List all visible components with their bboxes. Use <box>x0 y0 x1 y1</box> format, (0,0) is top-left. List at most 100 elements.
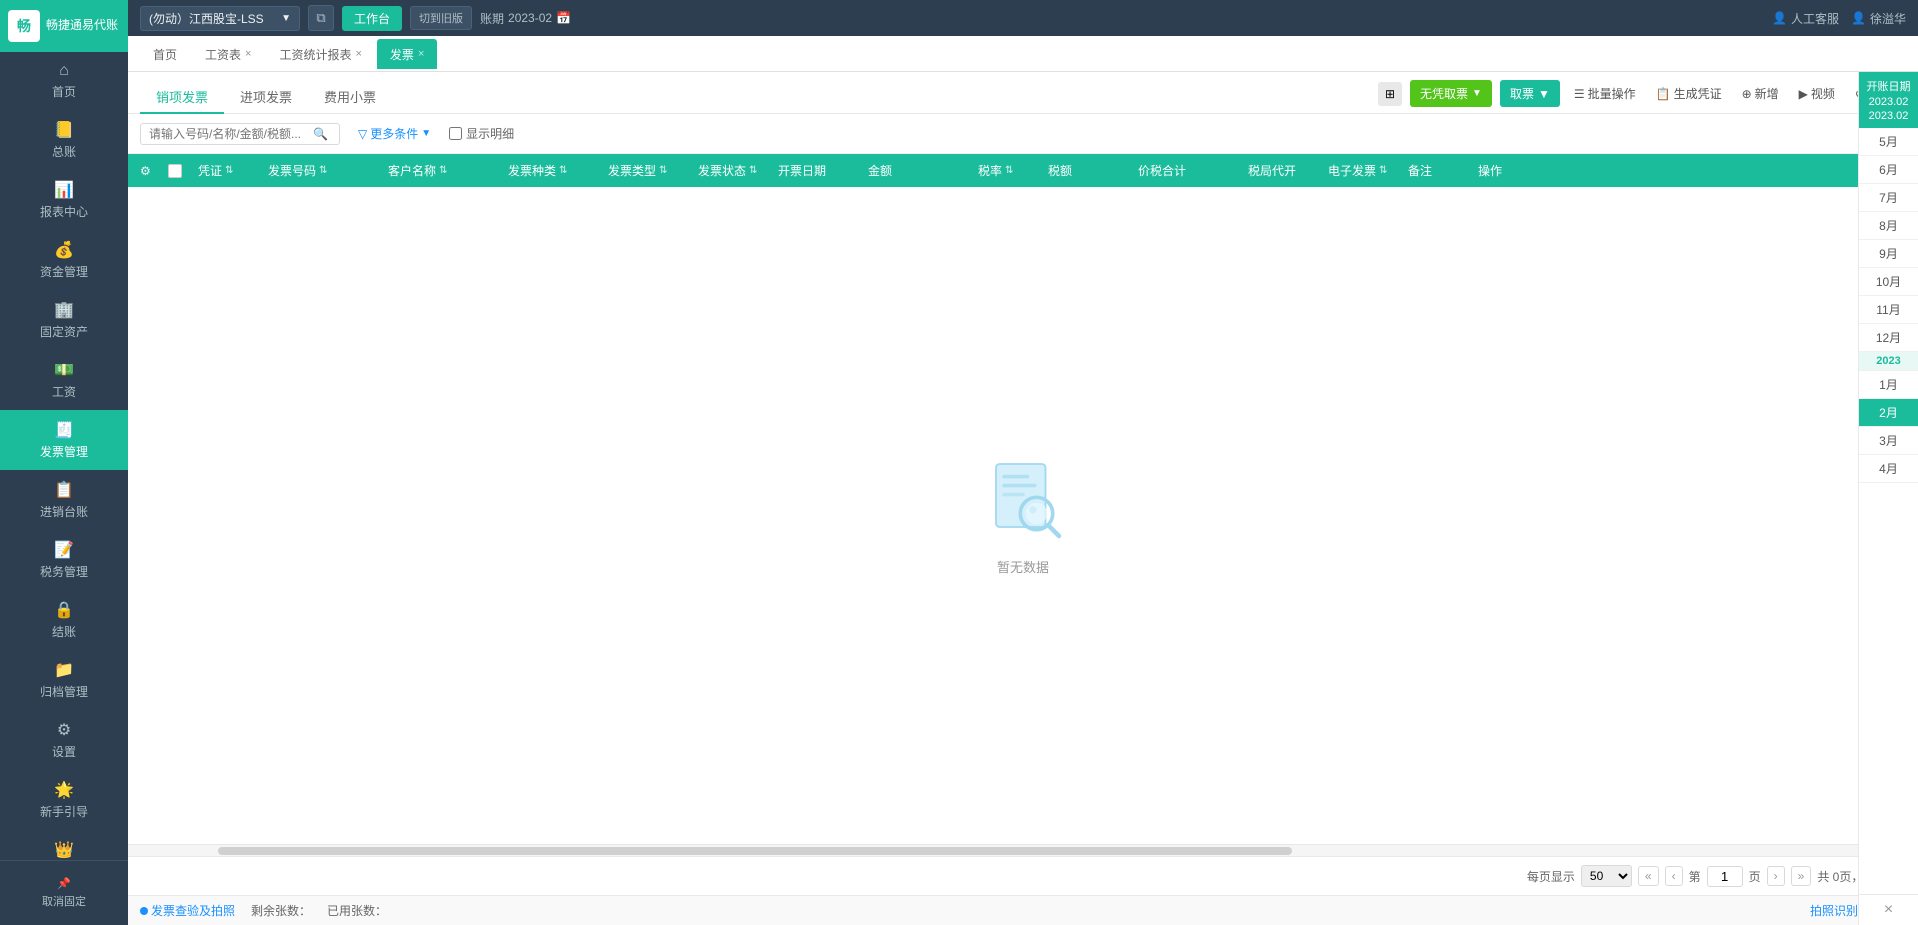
top-header: (勿动）江西股宝-LSS ▼ ⧉ 工作台 切到旧版 账期 2023-02 📅 👤… <box>128 0 1918 36</box>
sidebar-item-reports[interactable]: 📊 报表中心 <box>0 170 128 230</box>
sidebar-item-label: 资金管理 <box>40 263 88 280</box>
sidebar-item-invoices[interactable]: 🧾 发票管理 <box>0 410 128 470</box>
per-page-select[interactable]: 50 10 20 100 <box>1581 865 1632 887</box>
add-btn[interactable]: ⊕ 新增 <box>1736 82 1785 105</box>
batch-op-btn[interactable]: ☰ 批量操作 <box>1568 82 1642 105</box>
page-label: 第 <box>1689 868 1701 885</box>
rp-item-11[interactable]: 11月 <box>1859 296 1918 324</box>
sidebar-item-home[interactable]: ⌂ 首页 <box>0 52 128 110</box>
th-tax: 税额 <box>1048 162 1138 179</box>
rp-item-7[interactable]: 7月 <box>1859 184 1918 212</box>
search-input[interactable] <box>149 127 309 141</box>
tab-payroll-table[interactable]: 工资表 × <box>192 39 264 69</box>
th-invoice-no-sort-icon[interactable]: ⇅ <box>319 165 327 176</box>
video-icon: ▶ <box>1799 87 1808 101</box>
rp-item-8[interactable]: 8月 <box>1859 212 1918 240</box>
tab-payroll-table-label: 工资表 <box>205 46 241 63</box>
sidebar-item-payroll[interactable]: 💵 工资 <box>0 350 128 410</box>
th-status-sort-icon[interactable]: ⇅ <box>749 165 757 176</box>
prev-page-btn[interactable]: ‹ <box>1665 866 1683 886</box>
rp-item-10[interactable]: 10月 <box>1859 268 1918 296</box>
th-cert-sort-icon[interactable]: ⇅ <box>225 165 233 176</box>
ledger-icon: 📒 <box>54 120 74 140</box>
filter-btn[interactable]: ▽ 更多条件 ▼ <box>352 122 437 145</box>
rp-item-1[interactable]: 1月 <box>1859 371 1918 399</box>
rp-item-4[interactable]: 4月 <box>1859 455 1918 483</box>
tab-home[interactable]: 首页 <box>140 39 190 69</box>
gen-voucher-btn[interactable]: 📋 生成凭证 <box>1650 82 1728 105</box>
sidebar-item-label: 进销台账 <box>40 503 88 520</box>
th-customer-sort-icon[interactable]: ⇅ <box>439 165 447 176</box>
scrollbar-thumb[interactable] <box>218 847 1292 855</box>
sidebar-item-close[interactable]: 🔒 结账 <box>0 590 128 650</box>
sub-tab-expense[interactable]: 费用小票 <box>308 81 392 114</box>
sub-tab-sales[interactable]: 销项发票 <box>140 81 224 114</box>
rp-item-12[interactable]: 12月 <box>1859 324 1918 352</box>
sidebar-item-salesledger[interactable]: 📋 进销台账 <box>0 470 128 530</box>
th-invoice-cat-sort-icon[interactable]: ⇅ <box>659 165 667 176</box>
copy-company-btn[interactable]: ⧉ <box>308 5 334 31</box>
th-invoice-type-sort-icon[interactable]: ⇅ <box>559 165 567 176</box>
switch-old-button[interactable]: 切到旧版 <box>410 6 472 30</box>
filter-chevron-icon: ▼ <box>421 128 431 139</box>
sub-tab-purchase[interactable]: 进项发票 <box>224 81 308 114</box>
show-detail-checkbox[interactable]: 显示明细 <box>449 125 514 142</box>
sidebar-item-tax[interactable]: 📝 税务管理 <box>0 530 128 590</box>
header-checkbox[interactable] <box>168 164 182 178</box>
rp-item-9[interactable]: 9月 <box>1859 240 1918 268</box>
sidebar-item-archive[interactable]: 📁 归档管理 <box>0 650 128 710</box>
empty-icon <box>978 455 1068 545</box>
invoice-check-btn[interactable]: 发票查验及拍照 <box>140 902 235 919</box>
rp-item-6[interactable]: 6月 <box>1859 156 1918 184</box>
grid-settings-icon[interactable]: ⊞ <box>1378 82 1402 106</box>
video-btn[interactable]: ▶ 视频 <box>1793 82 1841 105</box>
search-icon[interactable]: 🔍 <box>313 127 328 141</box>
page-input[interactable] <box>1707 866 1743 887</box>
th-total: 价税合计 <box>1138 162 1248 179</box>
empty-text: 暂无数据 <box>997 557 1049 576</box>
user-avatar[interactable]: 👤 徐溢华 <box>1851 10 1906 27</box>
tab-close-invoices[interactable]: × <box>418 48 424 60</box>
sidebar-item-member[interactable]: 👑 畅会员 <box>0 830 128 860</box>
no-voucher-btn[interactable]: 无凭取票 ▼ <box>1410 80 1492 107</box>
th-taxrate-sort-icon[interactable]: ⇅ <box>1005 165 1013 176</box>
rp-item-5[interactable]: 5月 <box>1859 128 1918 156</box>
voucher-btn[interactable]: 取票 ▼ <box>1500 80 1560 107</box>
customer-service-btn[interactable]: 👤 人工客服 <box>1772 10 1839 27</box>
tab-close-payroll-table[interactable]: × <box>245 48 251 60</box>
page-suffix: 页 <box>1749 868 1761 885</box>
tab-payroll-stats[interactable]: 工资统计报表 × <box>266 39 374 69</box>
th-elec-sort-icon[interactable]: ⇅ <box>1379 165 1387 176</box>
add-icon: ⊕ <box>1742 87 1752 101</box>
th-settings[interactable]: ⚙ <box>140 164 168 178</box>
sidebar-item-ledger[interactable]: 📒 总账 <box>0 110 128 170</box>
empty-state: 暂无数据 <box>128 187 1918 844</box>
sidebar-pin-btn[interactable]: 📌 取消固定 <box>4 869 124 917</box>
close-account-icon: 🔒 <box>54 600 74 620</box>
tab-invoices[interactable]: 发票 × <box>377 39 437 69</box>
photo-link[interactable]: 拍照识别 <box>1810 902 1858 919</box>
last-page-btn[interactable]: » <box>1791 866 1812 886</box>
per-page-label: 每页显示 <box>1527 868 1575 885</box>
sidebar-item-settings[interactable]: ⚙ 设置 <box>0 710 128 770</box>
sidebar-item-guide[interactable]: 🌟 新手引导 <box>0 770 128 830</box>
right-panel: 开账日期 2023.02 2023.02 5月 6月 7月 8月 9月 10月 … <box>1858 72 1918 925</box>
horizontal-scrollbar[interactable] <box>128 844 1918 856</box>
show-detail-check[interactable] <box>449 127 462 140</box>
next-page-btn[interactable]: › <box>1767 866 1785 886</box>
rp-item-2[interactable]: 2月 <box>1859 399 1918 427</box>
workbench-button[interactable]: 工作台 <box>342 6 402 31</box>
company-selector[interactable]: (勿动）江西股宝-LSS ▼ <box>140 6 300 31</box>
content-area: 销项发票 进项发票 费用小票 ⊞ 无凭取票 ▼ 取票 ▼ ☰ <box>128 72 1918 925</box>
th-taxrate: 税率 ⇅ <box>978 162 1048 179</box>
sidebar-logo[interactable]: 畅 畅捷通易代账 <box>0 0 128 52</box>
sidebar-item-funds[interactable]: 💰 资金管理 <box>0 230 128 290</box>
sidebar-item-assets[interactable]: 🏢 固定资产 <box>0 290 128 350</box>
tab-payroll-stats-label: 工资统计报表 <box>279 46 351 63</box>
rp-item-3[interactable]: 3月 <box>1859 427 1918 455</box>
right-panel-close-btn[interactable]: × <box>1859 894 1918 925</box>
guide-icon: 🌟 <box>54 780 74 800</box>
tab-bar: 首页 工资表 × 工资统计报表 × 发票 × <box>128 36 1918 72</box>
tab-close-payroll-stats[interactable]: × <box>355 48 361 60</box>
first-page-btn[interactable]: « <box>1638 866 1659 886</box>
